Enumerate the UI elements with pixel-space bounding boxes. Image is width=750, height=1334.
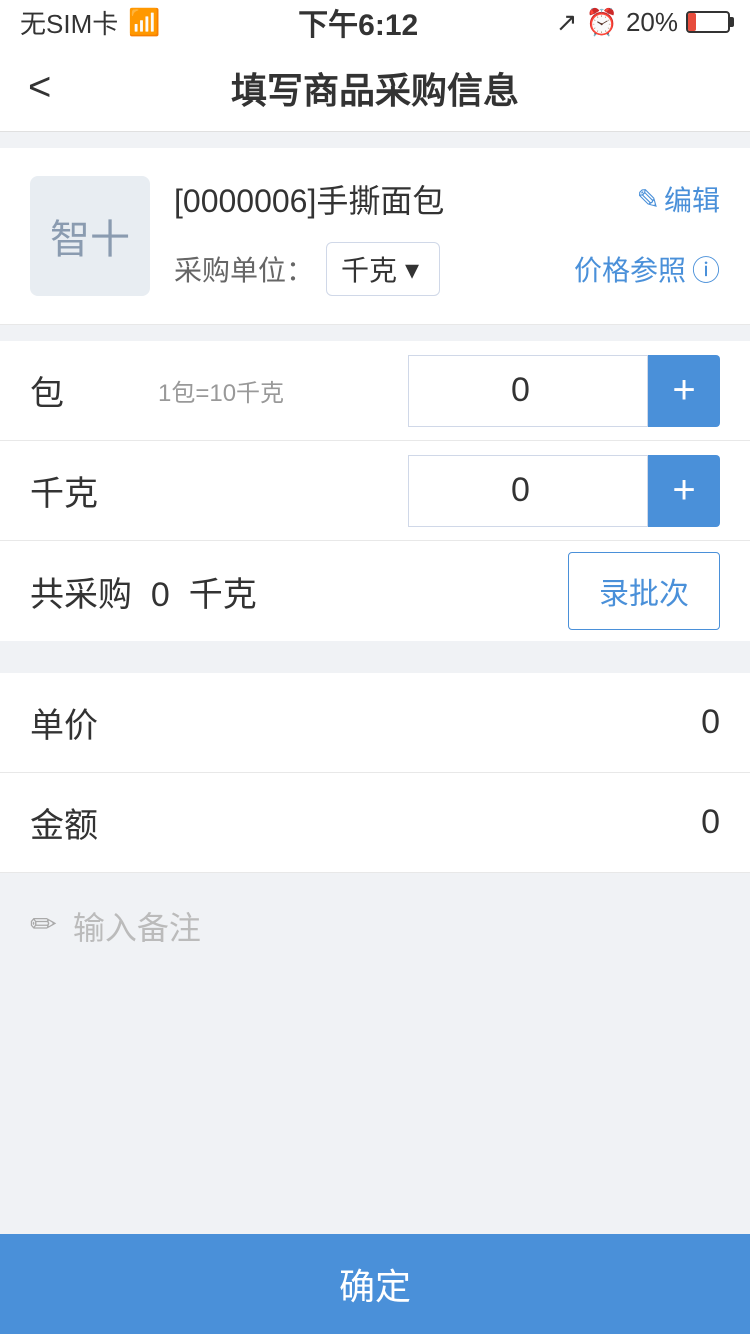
pack-control: + — [408, 355, 720, 427]
remark-placeholder: 输入备注 — [73, 903, 201, 949]
gps-icon: ↗ — [556, 7, 578, 38]
pack-sub: 1包=10千克 — [158, 373, 284, 408]
status-right: ↗ ⏰ 20% — [556, 7, 730, 38]
kg-plus-button[interactable]: + — [648, 455, 720, 527]
divider-2 — [0, 641, 750, 657]
edit-label: 编辑 — [664, 179, 720, 219]
info-icon: ⓘ — [692, 249, 720, 289]
product-card: 智十 [0000006]手撕面包 ✎ 编辑 采购单位： 千克 ▾ 价格参照 ⓘ — [0, 148, 750, 325]
bottom-space — [0, 993, 750, 1273]
price-section: 单价 0 金额 0 — [0, 673, 750, 873]
amount-row: 金额 0 — [0, 773, 750, 873]
status-time: 下午6:12 — [298, 0, 418, 44]
unit-select[interactable]: 千克 ▾ — [326, 242, 440, 296]
edit-icon: ✎ — [637, 183, 660, 216]
nav-bar: < 填写商品采购信息 — [0, 44, 750, 132]
unit-label: 采购单位： 千克 ▾ — [174, 242, 440, 296]
summary-text: 共采购 0 千克 — [30, 567, 257, 616]
edit-button[interactable]: ✎ 编辑 — [637, 179, 720, 219]
unit-value: 千克 — [341, 249, 397, 289]
unit-price-row: 单价 0 — [0, 673, 750, 773]
status-bar: 无SIM卡 📶 下午6:12 ↗ ⏰ 20% — [0, 0, 750, 44]
alarm-icon: ⏰ — [586, 7, 618, 38]
price-ref-button[interactable]: 价格参照 ⓘ — [574, 249, 720, 289]
kg-control: + — [408, 455, 720, 527]
product-info: [0000006]手撕面包 ✎ 编辑 采购单位： 千克 ▾ 价格参照 ⓘ — [174, 176, 720, 296]
product-logo: 智十 — [50, 207, 130, 265]
battery-icon — [686, 11, 730, 33]
back-button[interactable]: < — [28, 65, 51, 110]
record-batch-button[interactable]: 录批次 — [568, 552, 720, 630]
price-ref-label: 价格参照 — [574, 249, 686, 289]
kg-input-row: 千克 + — [0, 441, 750, 541]
pack-plus-button[interactable]: + — [648, 355, 720, 427]
confirm-button[interactable]: 确定 — [0, 1234, 750, 1334]
page-title: 填写商品采购信息 — [231, 62, 519, 114]
pack-input-row: 包 1包=10千克 + — [0, 341, 750, 441]
summary-value: 0 — [151, 576, 170, 614]
unit-price-label: 单价 — [30, 698, 98, 747]
carrier-label: 无SIM卡 — [20, 4, 118, 41]
product-name: [0000006]手撕面包 — [174, 176, 444, 222]
input-section: 包 1包=10千克 + 千克 + 共采购 0 千克 录批次 — [0, 341, 750, 641]
pack-input[interactable] — [408, 355, 648, 427]
amount-label: 金额 — [30, 798, 98, 847]
amount-value: 0 — [701, 803, 720, 842]
wifi-icon: 📶 — [128, 7, 160, 38]
unit-row: 采购单位： 千克 ▾ 价格参照 ⓘ — [174, 242, 720, 296]
pencil-icon: ✏ — [30, 905, 57, 943]
product-name-row: [0000006]手撕面包 ✎ 编辑 — [174, 176, 720, 222]
kg-label: 千克 — [30, 466, 150, 515]
pack-label: 包 — [30, 366, 150, 415]
battery-percent: 20% — [626, 7, 678, 38]
kg-input[interactable] — [408, 455, 648, 527]
unit-price-value: 0 — [701, 703, 720, 742]
product-image: 智十 — [30, 176, 150, 296]
status-left: 无SIM卡 📶 — [20, 4, 161, 41]
chevron-down-icon: ▾ — [405, 253, 419, 286]
summary-row: 共采购 0 千克 录批次 — [0, 541, 750, 641]
remark-section[interactable]: ✏ 输入备注 — [0, 873, 750, 993]
divider-1 — [0, 325, 750, 341]
